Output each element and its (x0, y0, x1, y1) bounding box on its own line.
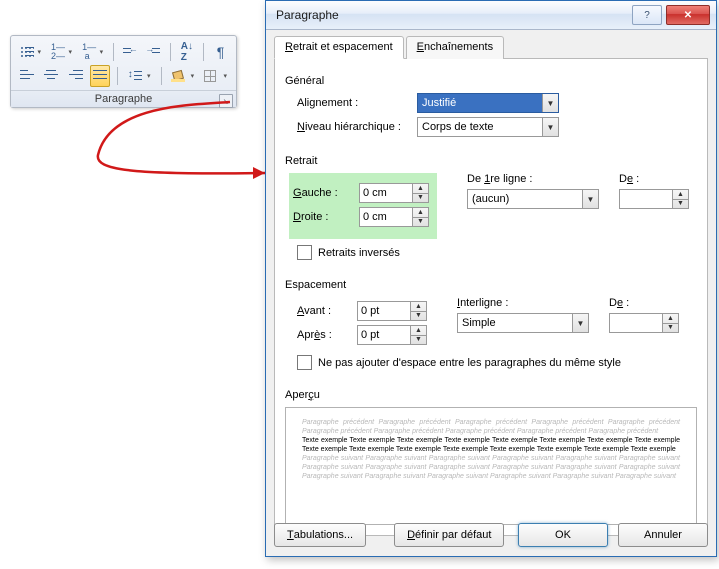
separator (161, 67, 162, 85)
chevron-down-icon: ▼ (582, 190, 598, 208)
numbering-button[interactable]: 1—2— (48, 41, 75, 63)
align-center-icon (44, 70, 58, 82)
separator (170, 43, 171, 61)
shading-button[interactable] (168, 65, 197, 87)
label-indent-left: Gauche : (293, 187, 359, 199)
section-general: Général (285, 75, 697, 87)
separator (117, 67, 118, 85)
ok-button[interactable]: OK (518, 523, 608, 547)
highlighted-indent-area: Gauche : ▲▼ Droite : ▲▼ (289, 173, 437, 239)
label-de2: De : (609, 297, 679, 309)
align-left-button[interactable] (17, 65, 37, 87)
section-retrait: Retrait (285, 155, 697, 167)
decrease-indent-icon (123, 46, 137, 58)
multilevel-list-button[interactable]: 1— a (79, 41, 106, 63)
align-justify-icon (93, 70, 107, 82)
sort-icon: A↓Z (181, 41, 193, 63)
tab-enchainements[interactable]: Enchaînements (406, 36, 504, 59)
multilevel-icon: 1— a (82, 43, 96, 61)
dialog-launcher-button[interactable]: ↘ (219, 94, 233, 108)
ribbon-paragraph-group: 1—2— 1— a A↓Z ¶ Paragraphe ↘ (10, 35, 237, 108)
pilcrow-icon: ¶ (217, 44, 225, 60)
label-alignment: Alignement : (297, 97, 417, 109)
indent-left-spinner[interactable]: ▲▼ (359, 183, 429, 203)
space-before-spinner[interactable]: ▲▼ (357, 301, 427, 321)
bullets-icon (20, 46, 34, 58)
tab-retrait-espacement[interactable]: Retrait et espacement (274, 36, 404, 59)
first-line-select[interactable]: (aucun)▼ (467, 189, 599, 209)
increase-indent-button[interactable] (144, 41, 163, 63)
chevron-down-icon: ▼ (542, 94, 558, 112)
no-space-same-style-checkbox[interactable]: Ne pas ajouter d'espace entre les paragr… (297, 355, 621, 370)
indent-right-spinner[interactable]: ▲▼ (359, 207, 429, 227)
tabulations-button[interactable]: Tabulations... (274, 523, 366, 547)
shading-icon (171, 70, 185, 82)
alignment-select[interactable]: Justifié▼ (417, 93, 559, 113)
sort-button[interactable]: A↓Z (177, 41, 196, 63)
section-apercu: Aperçu (285, 389, 697, 401)
borders-button[interactable] (201, 65, 230, 87)
borders-icon (204, 70, 216, 82)
set-default-button[interactable]: Définir par défaut (394, 523, 504, 547)
label-before: Avant : (297, 305, 357, 317)
label-outline-level: Niveau hiérarchique : (297, 121, 417, 133)
line-spacing-icon (128, 70, 142, 82)
chevron-down-icon: ▼ (542, 118, 558, 136)
outline-level-select[interactable]: Corps de texte▼ (417, 117, 559, 137)
align-right-icon (69, 70, 83, 82)
label-after: Après : (297, 329, 357, 341)
space-after-spinner[interactable]: ▲▼ (357, 325, 427, 345)
numbering-icon: 1—2— (51, 43, 65, 61)
show-marks-button[interactable]: ¶ (211, 41, 230, 63)
label-first-line: De 1re ligne : (467, 173, 599, 185)
help-button[interactable]: ? (632, 5, 662, 25)
interline-amount-spinner[interactable]: ▲▼ (609, 313, 679, 333)
preview-box: Paragraphe précédent Paragraphe précéden… (285, 407, 697, 525)
separator (113, 43, 114, 61)
separator (203, 43, 204, 61)
section-espacement: Espacement (285, 279, 697, 291)
interline-select[interactable]: Simple▼ (457, 313, 589, 333)
titlebar[interactable]: Paragraphe ? ✕ (266, 1, 716, 30)
close-button[interactable]: ✕ (666, 5, 710, 25)
paragraph-dialog: Paragraphe ? ✕ Retrait et espacement Enc… (265, 0, 717, 557)
align-right-button[interactable] (65, 65, 85, 87)
label-de: De : (619, 173, 689, 185)
bullets-button[interactable] (17, 41, 44, 63)
line-spacing-button[interactable] (125, 65, 154, 87)
mirror-indents-checkbox[interactable]: Retraits inversés (297, 245, 400, 260)
decrease-indent-button[interactable] (121, 41, 140, 63)
chevron-down-icon: ▼ (572, 314, 588, 332)
window-title: Paragraphe (276, 8, 628, 22)
cancel-button[interactable]: Annuler (618, 523, 708, 547)
increase-indent-icon (146, 46, 160, 58)
align-left-icon (20, 70, 34, 82)
align-center-button[interactable] (41, 65, 61, 87)
first-line-amount-spinner[interactable]: ▲▼ (619, 189, 689, 209)
align-justify-button[interactable] (90, 65, 110, 87)
label-interline: Interligne : (457, 297, 589, 309)
ribbon-group-title: Paragraphe ↘ (11, 90, 236, 107)
label-indent-right: Droite : (293, 211, 359, 223)
